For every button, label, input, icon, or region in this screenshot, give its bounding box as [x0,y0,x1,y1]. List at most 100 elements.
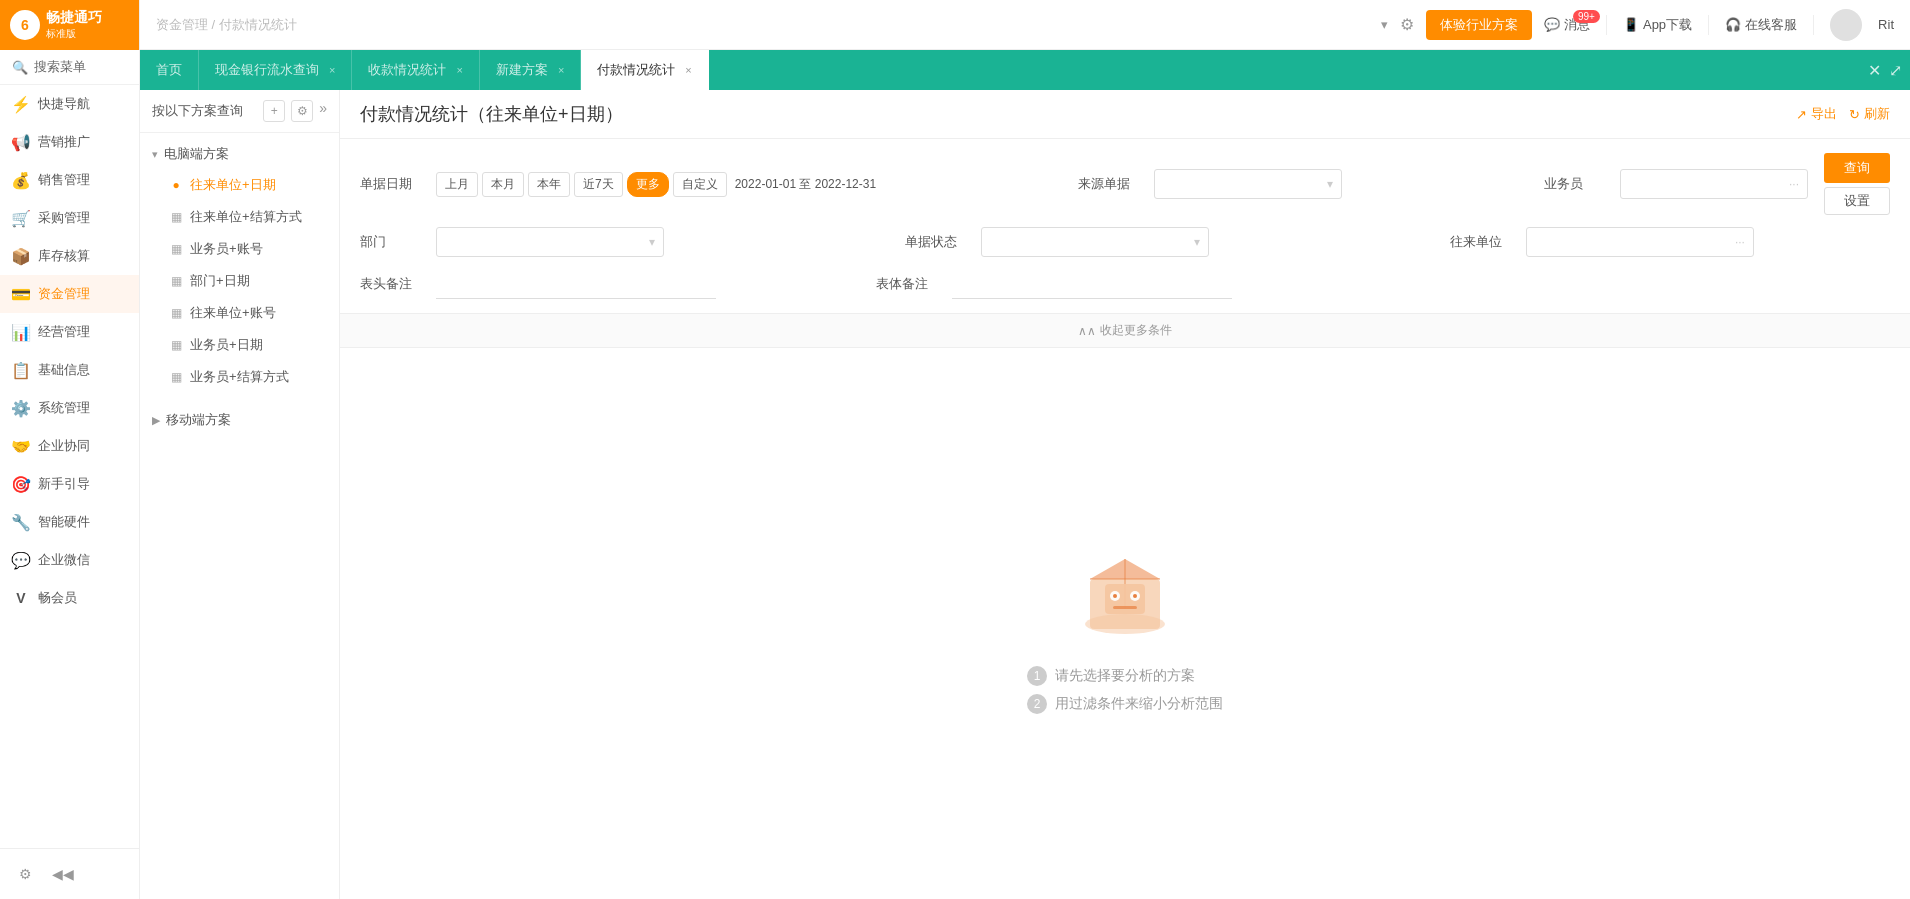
last-month-btn[interactable]: 上月 [436,172,478,197]
sales-icon: 💰 [12,171,30,189]
scheme-settings-btn[interactable]: ⚙ [291,100,313,122]
scheme-table-icon-1: ▦ [168,209,184,225]
main-area: 资金管理 / 付款情况统计 ▾ ⚙ 体验行业方案 💬 消息 99+ 📱 App下… [140,0,1910,899]
filter-row-2: 部门 ▾ 单据状态 ▾ 往来单位 ··· [360,227,1890,257]
tab-receipt-close[interactable]: × [456,64,462,76]
export-btn[interactable]: ↗ 导出 [1796,105,1837,123]
page-header-actions: ↗ 导出 ↻ 刷新 [1796,105,1890,123]
guide-icon: 🎯 [12,475,30,493]
sidebar-item-quick-nav[interactable]: ⚡ 快捷导航 [0,85,139,123]
svg-point-8 [1113,594,1117,598]
empty-svg [1065,534,1185,654]
note-header-label: 表头备注 [360,275,420,293]
sidebar-item-company[interactable]: 🤝 企业协同 [0,427,139,465]
salesman-ellipsis-icon: ··· [1789,177,1799,191]
topbar-dropdown[interactable]: ▾ [1381,17,1388,32]
custom-btn[interactable]: 自定义 [673,172,727,197]
scheme-item-counterpart-date[interactable]: ● 往来单位+日期 [140,169,339,201]
counterpart-select[interactable]: ··· [1526,227,1754,257]
mobile-group-label: 移动端方案 [166,411,231,429]
settings-btn[interactable]: 设置 [1824,187,1890,215]
this-year-btn[interactable]: 本年 [528,172,570,197]
sidebar-item-basic[interactable]: 📋 基础信息 [0,351,139,389]
scheme-item-counterpart-account[interactable]: ▦ 往来单位+账号 [140,297,339,329]
collapse-icon: ∧∧ [1078,324,1096,338]
sidebar-item-guide[interactable]: 🎯 新手引导 [0,465,139,503]
basic-icon: 📋 [12,361,30,379]
tab-payment[interactable]: 付款情况统计 × [581,50,708,90]
scheme-group-mobile-title[interactable]: ▶ 移动端方案 [140,405,339,435]
service-btn[interactable]: 🎧 在线客服 [1725,16,1797,34]
tab-home[interactable]: 首页 [140,50,199,90]
topbar-gear-btn[interactable]: ⚙ [1400,15,1414,34]
app-download-btn[interactable]: 📱 App下载 [1623,16,1692,34]
tab-expand-btn[interactable]: ⤢ [1889,61,1902,80]
scheme-item-label-4: 往来单位+账号 [190,304,276,322]
topbar-breadcrumb: 资金管理 / 付款情况统计 [156,16,1369,34]
user-name[interactable]: Rit [1878,17,1894,32]
note-body-input[interactable] [952,269,1232,299]
divider-2 [1708,15,1709,35]
sidebar-item-marketing[interactable]: 📢 营销推广 [0,123,139,161]
tab-payment-close[interactable]: × [685,64,691,76]
tab-close-all-btn[interactable]: ✕ [1868,61,1881,80]
sidebar-item-inventory[interactable]: 📦 库存核算 [0,237,139,275]
app-icon: 📱 [1623,17,1639,32]
query-btn[interactable]: 查询 [1824,153,1890,183]
collapse-sidebar-btn[interactable]: ◀◀ [48,859,78,889]
message-btn[interactable]: 💬 消息 99+ [1544,16,1590,34]
settings-footer-btn[interactable]: ⚙ [10,859,40,889]
scheme-group-desktop-title[interactable]: ▾ 电脑端方案 [140,139,339,169]
salesman-select[interactable]: ··· [1620,169,1808,199]
scheme-item-salesman-account[interactable]: ▦ 业务员+账号 [140,233,339,265]
sidebar-item-operation[interactable]: 📊 经营管理 [0,313,139,351]
svg-point-9 [1133,594,1137,598]
tab-new-scheme-label: 新建方案 [496,61,548,79]
doc-status-select[interactable]: ▾ [981,227,1209,257]
svg-rect-10 [1113,606,1137,609]
tab-new-scheme-close[interactable]: × [558,64,564,76]
trial-scheme-btn[interactable]: 体验行业方案 [1426,10,1532,40]
tab-bank[interactable]: 现金银行流水查询 × [199,50,352,90]
operation-icon: 📊 [12,323,30,341]
service-label: 在线客服 [1745,16,1797,34]
last-7days-btn[interactable]: 近7天 [574,172,623,197]
inventory-label: 库存核算 [38,247,90,265]
note-header-input[interactable] [436,269,716,299]
collapse-text: 收起更多条件 [1100,322,1172,339]
sidebar-item-system[interactable]: ⚙️ 系统管理 [0,389,139,427]
sidebar-item-vip[interactable]: V 畅会员 [0,579,139,617]
this-month-btn[interactable]: 本月 [482,172,524,197]
scheme-table-icon-5: ▦ [168,337,184,353]
scheme-item-dept-date[interactable]: ▦ 部门+日期 [140,265,339,297]
scheme-add-btn[interactable]: + [263,100,285,122]
service-icon: 🎧 [1725,17,1741,32]
operation-label: 经营管理 [38,323,90,341]
more-btn[interactable]: 更多 [627,172,669,197]
sidebar-item-capital[interactable]: 💳 资金管理 [0,275,139,313]
tab-new-scheme[interactable]: 新建方案 × [480,50,581,90]
empty-tip-2: 2 用过滤条件来缩小分析范围 [1027,694,1223,714]
scheme-collapse-btn[interactable]: » [319,100,327,122]
collapse-bar[interactable]: ∧∧ 收起更多条件 [340,314,1910,348]
source-select[interactable]: ▾ [1154,169,1342,199]
sidebar-item-hardware[interactable]: 🔧 智能硬件 [0,503,139,541]
scheme-item-salesman-date[interactable]: ▦ 业务员+日期 [140,329,339,361]
sidebar-item-purchase[interactable]: 🛒 采购管理 [0,199,139,237]
search-menu[interactable]: 🔍 搜索菜单 [0,50,139,85]
tab-receipt[interactable]: 收款情况统计 × [352,50,479,90]
hardware-label: 智能硬件 [38,513,90,531]
topbar: 资金管理 / 付款情况统计 ▾ ⚙ 体验行业方案 💬 消息 99+ 📱 App下… [140,0,1910,50]
sidebar-item-weixin[interactable]: 💬 企业微信 [0,541,139,579]
refresh-btn[interactable]: ↻ 刷新 [1849,105,1890,123]
scheme-header: 按以下方案查询 + ⚙ » [140,90,339,133]
tab-bank-label: 现金银行流水查询 [215,61,319,79]
tab-bank-close[interactable]: × [329,64,335,76]
doc-status-chevron-icon: ▾ [1194,235,1200,249]
dept-chevron-icon: ▾ [649,235,655,249]
dept-select[interactable]: ▾ [436,227,664,257]
scheme-item-counterpart-settlement[interactable]: ▦ 往来单位+结算方式 [140,201,339,233]
scheme-header-title: 按以下方案查询 [152,102,255,120]
sidebar-item-sales[interactable]: 💰 销售管理 [0,161,139,199]
scheme-item-salesman-settlement[interactable]: ▦ 业务员+结算方式 [140,361,339,393]
